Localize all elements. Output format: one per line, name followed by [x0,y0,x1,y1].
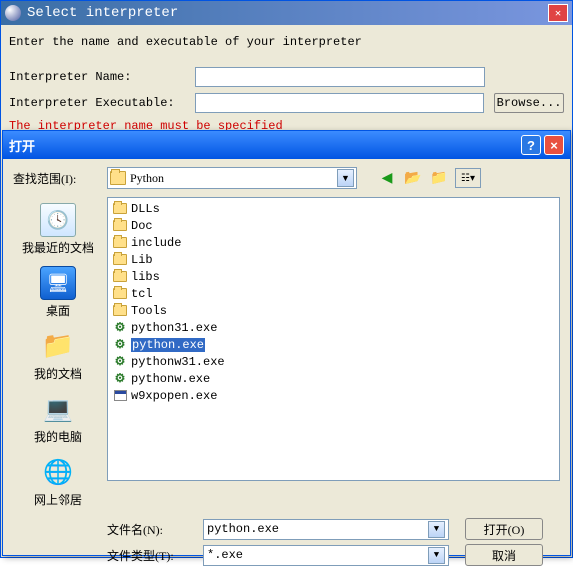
places-mydocs[interactable]: 我的文档 [18,325,98,386]
places-bar: 我最近的文档 桌面 我的文档 我的电脑 网上邻居 [13,197,103,512]
filename-input[interactable]: python.exe ▼ [203,519,449,540]
places-desktop[interactable]: 桌面 [18,262,98,323]
places-computer[interactable]: 我的电脑 [18,388,98,449]
places-recent[interactable]: 我最近的文档 [18,199,98,260]
look-in-combo[interactable]: Python ▼ [107,167,357,189]
file-item[interactable]: w9xpopen.exe [110,387,557,404]
file-name: w9xpopen.exe [131,389,217,403]
close-icon[interactable]: × [548,4,568,22]
up-one-level-icon[interactable]: 📂 [403,168,423,188]
interpreter-exec-input[interactable] [195,93,484,113]
file-item[interactable]: Tools [110,302,557,319]
help-icon[interactable]: ? [521,135,541,155]
folder-icon [112,269,128,284]
folder-icon [112,235,128,250]
folder-icon [112,286,128,301]
file-name: include [131,236,181,250]
file-item[interactable]: include [110,234,557,251]
file-open-dialog: 打开 ? × 查找范围(I): Python ▼ ◀ 📂 📁 ☷▾ 我 [2,130,571,556]
python-exe-icon: ⚙ [112,354,128,369]
file-item[interactable]: ⚙pythonw31.exe [110,353,557,370]
python-exe-icon: ⚙ [112,320,128,335]
recent-documents-icon [40,203,76,237]
file-name: DLLs [131,202,160,216]
view-menu-icon[interactable]: ☷▾ [455,168,481,188]
exe-icon [112,388,128,403]
file-item[interactable]: tcl [110,285,557,302]
file-item[interactable]: Lib [110,251,557,268]
file-name: Tools [131,304,167,318]
folder-icon [112,252,128,267]
file-name: tcl [131,287,153,301]
file-name: Doc [131,219,153,233]
chevron-down-icon[interactable]: ▼ [337,169,354,187]
places-network[interactable]: 网上邻居 [18,451,98,512]
browse-button[interactable]: Browse... [494,93,564,113]
python-exe-icon: ⚙ [112,371,128,386]
python-exe-icon: ⚙ [112,337,128,352]
computer-icon [40,392,76,426]
interpreter-name-label: Interpreter Name: [9,70,195,84]
chevron-down-icon[interactable]: ▼ [428,547,445,564]
eclipse-body: Enter the name and executable of your in… [1,25,572,143]
eclipse-titlebar: Select interpreter × [1,1,572,25]
file-dialog-title: 打开 [9,136,35,155]
filename-label: 文件名(N): [107,521,203,538]
close-icon[interactable]: × [544,135,564,155]
file-name: pythonw.exe [131,372,210,386]
folder-icon [112,303,128,318]
documents-icon [40,329,76,363]
new-folder-icon[interactable]: 📁 [429,168,449,188]
eclipse-icon [5,5,21,21]
instruction-text: Enter the name and executable of your in… [9,35,564,49]
interpreter-exec-label: Interpreter Executable: [9,96,195,110]
file-name: pythonw31.exe [131,355,225,369]
filetype-label: 文件类型(T): [107,547,203,564]
file-item[interactable]: ⚙pythonw.exe [110,370,557,387]
eclipse-title: Select interpreter [27,5,178,21]
file-name: python.exe [131,338,205,352]
desktop-icon [40,266,76,300]
file-item[interactable]: libs [110,268,557,285]
file-name: Lib [131,253,153,267]
folder-icon [112,218,128,233]
file-item[interactable]: ⚙python.exe [110,336,557,353]
file-name: libs [131,270,160,284]
folder-icon [110,171,126,185]
file-list[interactable]: DLLsDocincludeLiblibstclTools⚙python31.e… [107,197,560,481]
filetype-combo[interactable]: *.exe ▼ [203,545,449,566]
file-item[interactable]: DLLs [110,200,557,217]
network-icon [40,455,76,489]
chevron-down-icon[interactable]: ▼ [428,521,445,538]
interpreter-name-input[interactable] [195,67,485,87]
file-dialog-titlebar: 打开 ? × [3,131,570,159]
file-item[interactable]: ⚙python31.exe [110,319,557,336]
look-in-label: 查找范围(I): [13,170,101,187]
back-icon[interactable]: ◀ [377,168,397,188]
open-button[interactable]: 打开(O) [465,518,543,540]
folder-icon [112,201,128,216]
look-in-value: Python [130,171,164,186]
file-name: python31.exe [131,321,217,335]
file-item[interactable]: Doc [110,217,557,234]
cancel-button[interactable]: 取消 [465,544,543,566]
